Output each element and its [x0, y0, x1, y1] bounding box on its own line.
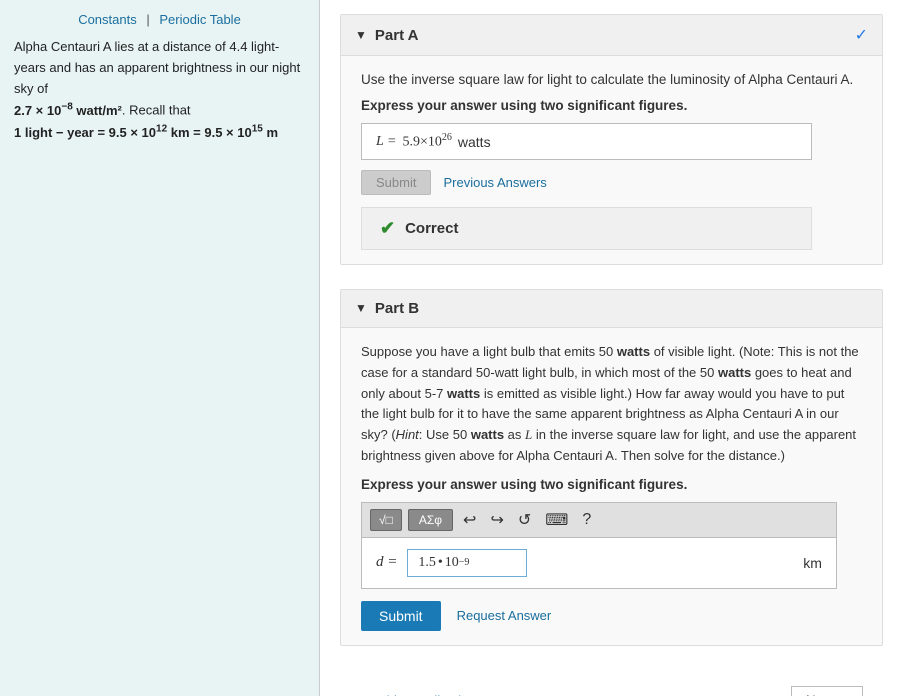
toolbar-undo-button[interactable]: ↩ [459, 508, 480, 532]
part-a-exp: 26 [442, 132, 452, 143]
part-b-unit: km [803, 555, 822, 571]
part-a-chevron-icon: ▼ [355, 28, 367, 42]
page-footer: Provide Feedback Next ▶ [340, 670, 883, 696]
part-a-eq-label: L = [376, 134, 396, 150]
correct-check-icon: ✔ [380, 218, 395, 239]
part-a-check-icon: ✓ [855, 25, 868, 45]
math-input-container: √□ ΑΣφ ↩ ↪ ↺ ⌨ ? d = 1.5 • 10 −9 [361, 502, 837, 589]
part-a-title-left: ▼ Part A [355, 27, 419, 44]
light-year-eq: 1 light − year = 9.5 × 1012 km = 9.5 × 1… [14, 125, 278, 140]
toolbar-help-button[interactable]: ? [578, 509, 595, 531]
part-a-header[interactable]: ▼ Part A ✓ [341, 15, 882, 56]
part-b-submit-button[interactable]: Submit [361, 601, 441, 631]
left-panel: Constants | Periodic Table Alpha Centaur… [0, 0, 320, 696]
part-b-chevron-icon: ▼ [355, 301, 367, 315]
part-a-answer-value: 5.9×1026 [402, 132, 451, 151]
toolbar-redo-button[interactable]: ↪ [486, 508, 507, 532]
part-a-correct-banner: ✔ Correct [361, 207, 812, 250]
toolbar-reset-button[interactable]: ↺ [514, 508, 535, 532]
constants-link[interactable]: Constants [78, 12, 137, 27]
part-a-submit-button[interactable]: Submit [361, 170, 431, 195]
link-separator: | [146, 12, 149, 27]
part-a-instruction: Use the inverse square law for light to … [361, 70, 862, 90]
part-b-label: Part B [375, 300, 419, 317]
toolbar-sqrt-button[interactable]: √□ [370, 509, 402, 531]
part-b-base: 10 [445, 555, 459, 571]
part-a-actions: Submit Previous Answers [361, 170, 862, 195]
next-button[interactable]: Next ▶ [791, 686, 863, 696]
hint-label: Hint [396, 427, 419, 442]
right-panel: ▼ Part A ✓ Use the inverse square law fo… [320, 0, 903, 696]
part-a-express-label: Express your answer using two significan… [361, 98, 862, 113]
problem-description: Alpha Centauri A lies at a distance of 4… [14, 37, 305, 144]
correct-label: Correct [405, 220, 458, 237]
reference-links[interactable]: Constants | Periodic Table [14, 12, 305, 27]
part-a-answer-box: L = 5.9×1026 watts [361, 123, 812, 160]
part-b-eq-label: d = [376, 554, 397, 571]
request-answer-link[interactable]: Request Answer [457, 608, 552, 623]
bold-watts-1: watts [617, 344, 650, 359]
part-a-unit: watts [458, 134, 491, 150]
sqrt-icon: √□ [379, 513, 393, 527]
bold-watts-2: watts [718, 365, 751, 380]
part-b-description: Suppose you have a light bulb that emits… [361, 342, 862, 467]
periodic-table-link[interactable]: Periodic Table [159, 12, 240, 27]
bold-watts-4: watts [471, 427, 504, 442]
toolbar-symbols-button[interactable]: ΑΣφ [408, 509, 453, 531]
part-b-section: ▼ Part B Suppose you have a light bulb t… [340, 289, 883, 646]
part-b-express-label: Express your answer using two significan… [361, 477, 862, 492]
part-b-header[interactable]: ▼ Part B [341, 290, 882, 328]
part-b-bottom-actions: Submit Request Answer [361, 601, 862, 631]
math-toolbar: √□ ΑΣφ ↩ ↪ ↺ ⌨ ? [362, 503, 836, 538]
brightness-value: 2.7 × 10−8 watt/m² [14, 103, 122, 118]
math-input-row: d = 1.5 • 10 −9 km [362, 538, 836, 588]
part-b-title-left: ▼ Part B [355, 300, 419, 317]
toolbar-keyboard-button[interactable]: ⌨ [541, 508, 572, 532]
part-b-input-field[interactable]: 1.5 • 10 −9 [407, 549, 527, 577]
part-a-section: ▼ Part A ✓ Use the inverse square law fo… [340, 14, 883, 265]
bold-watts-3: watts [447, 386, 480, 401]
part-a-body: Use the inverse square law for light to … [341, 56, 882, 264]
part-a-previous-answers-link[interactable]: Previous Answers [443, 175, 546, 190]
part-b-value: 1.5 [418, 555, 436, 571]
part-b-exp: −9 [459, 557, 470, 568]
italic-L: L [525, 427, 532, 442]
part-a-label: Part A [375, 27, 419, 44]
bullet-symbol: • [438, 555, 443, 571]
part-b-body: Suppose you have a light bulb that emits… [341, 328, 882, 645]
